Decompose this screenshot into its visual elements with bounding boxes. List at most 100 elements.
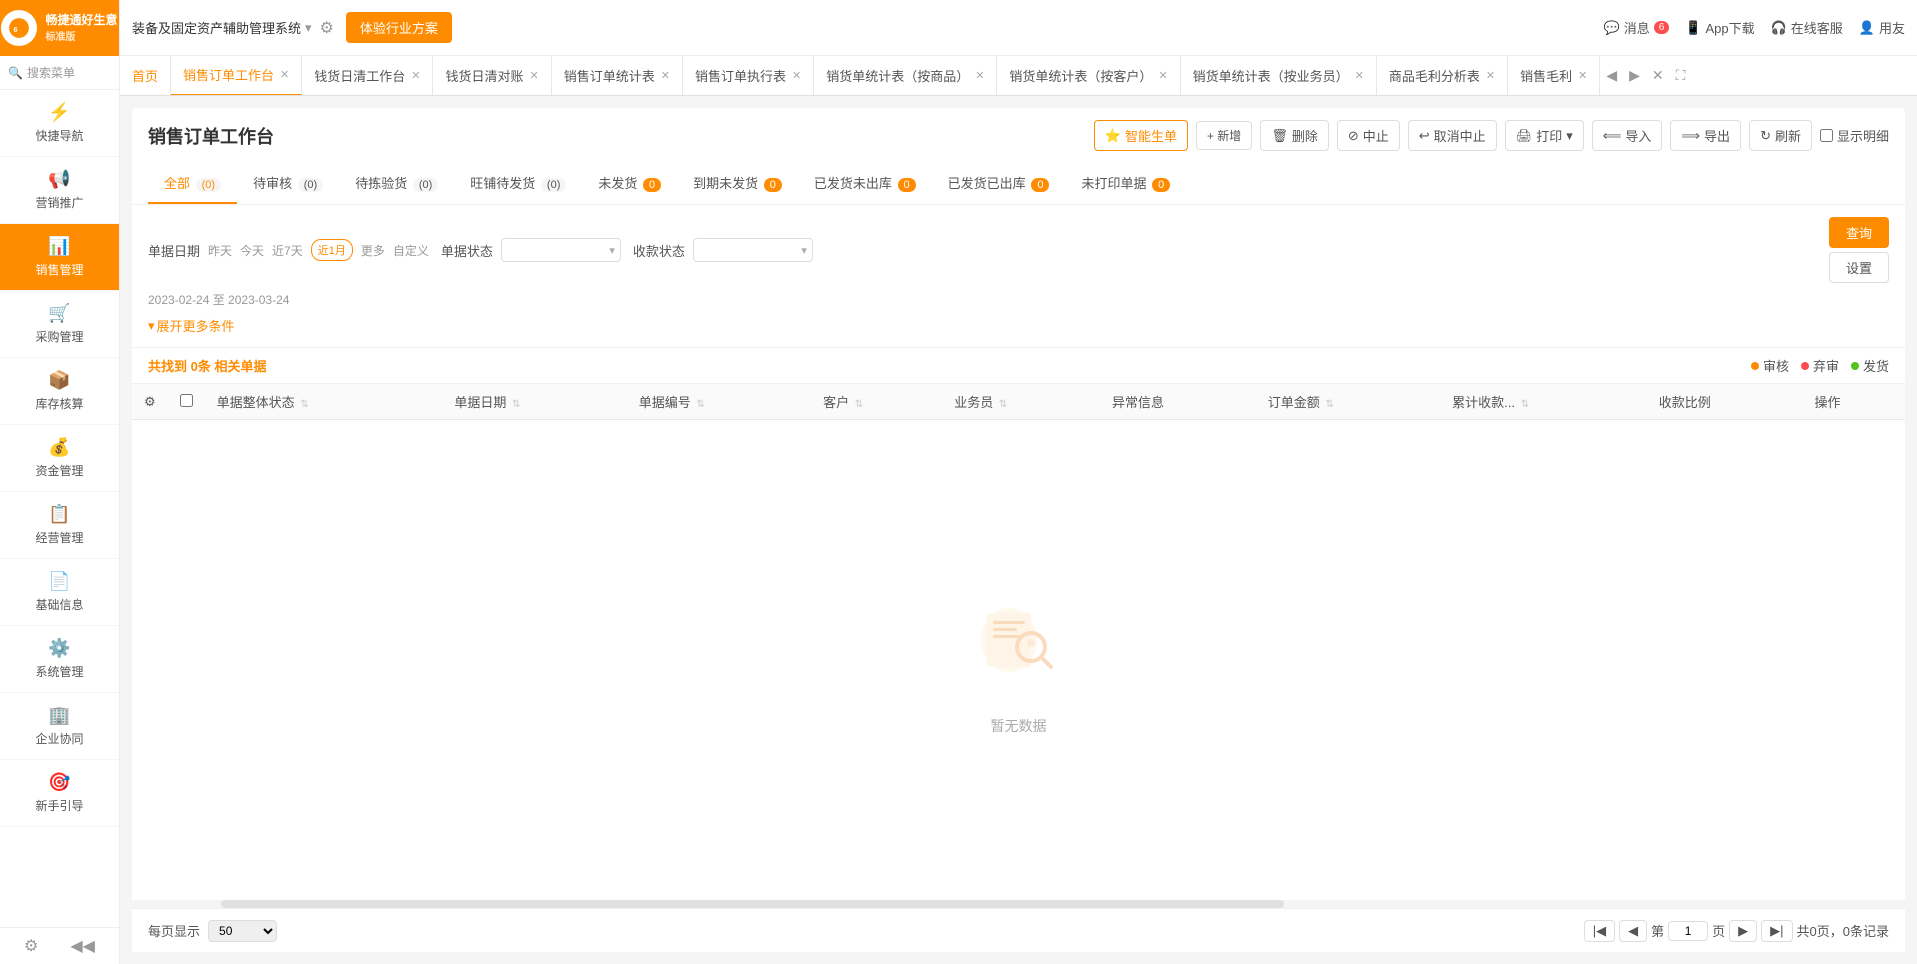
show-detail-checkbox[interactable]: 显示明细: [1820, 126, 1889, 145]
col-number[interactable]: 单据编号 ⇅: [627, 384, 811, 420]
query-button[interactable]: 查询: [1829, 217, 1889, 248]
tab-sales-stat[interactable]: 销售订单统计表 ✕: [552, 56, 683, 96]
col-date[interactable]: 单据日期 ⇅: [442, 384, 626, 420]
date-quick-1month[interactable]: 近1月: [311, 239, 353, 261]
tab-sales-profit-close[interactable]: ✕: [1578, 69, 1587, 82]
filter-tab-shipped-out[interactable]: 已发货已出库 0: [932, 163, 1066, 204]
settings-icon[interactable]: ⚙: [24, 936, 38, 956]
tab-sales-stat-customer[interactable]: 销货单统计表（按客户） ✕: [997, 56, 1180, 96]
delete-button[interactable]: 🗑 删除: [1260, 120, 1329, 151]
tab-cash-daily[interactable]: 钱货日清工作台 ✕: [302, 56, 433, 96]
date-quick-today[interactable]: 今天: [240, 242, 264, 259]
page-prev-button[interactable]: ◀: [1619, 920, 1647, 942]
import-button[interactable]: ⟸ 导入: [1592, 120, 1663, 151]
tab-sales-workbench[interactable]: 销售订单工作台 ✕: [171, 56, 302, 96]
date-quick-more[interactable]: 更多: [361, 242, 385, 259]
set-button[interactable]: 设置: [1829, 252, 1889, 283]
sidebar-item-quick-nav[interactable]: ⚡ 快捷导航: [0, 90, 119, 157]
status-select[interactable]: [501, 238, 621, 262]
message-action[interactable]: 💬 消息 6: [1604, 18, 1670, 37]
expand-conditions-button[interactable]: ▾ 展开更多条件: [148, 316, 1889, 335]
filter-tab-all[interactable]: 全部 (0): [148, 163, 237, 204]
export-button[interactable]: ⟹ 导出: [1670, 120, 1741, 151]
stop-button[interactable]: ⊘ 中止: [1337, 120, 1400, 151]
user-profile[interactable]: 👤 用友: [1859, 18, 1905, 37]
tab-sales-stat-staff-close[interactable]: ✕: [1355, 69, 1364, 82]
sidebar-item-enterprise[interactable]: 🏢 企业协同: [0, 693, 119, 760]
col-amount[interactable]: 订单金额 ⇅: [1256, 384, 1440, 420]
app-download-action[interactable]: 📱 App下载: [1685, 18, 1754, 37]
payment-select[interactable]: [693, 238, 813, 262]
col-settings[interactable]: ⚙: [132, 384, 168, 420]
tab-cash-reconcile[interactable]: 钱货日清对账 ✕: [433, 56, 551, 96]
page-last-button[interactable]: ▶|: [1761, 920, 1792, 942]
tab-sales-exec-close[interactable]: ✕: [792, 69, 801, 82]
tab-cash-reconcile-close[interactable]: ✕: [530, 69, 539, 82]
online-service-action[interactable]: 🎧 在线客服: [1771, 18, 1843, 37]
tab-home[interactable]: 首页: [120, 56, 171, 96]
system-dropdown-icon[interactable]: ▾: [305, 20, 312, 36]
page-size-select[interactable]: 10 20 50 100: [208, 920, 277, 942]
add-button[interactable]: + 新增: [1196, 121, 1252, 150]
tab-sales-stat-product-close[interactable]: ✕: [975, 69, 984, 82]
tab-scroll-right[interactable]: ▶: [1623, 56, 1646, 96]
tab-scroll-left[interactable]: ◀: [1600, 56, 1623, 96]
tab-sales-exec[interactable]: 销售订单执行表 ✕: [683, 56, 814, 96]
date-quick-yesterday[interactable]: 昨天: [208, 242, 232, 259]
show-detail-check[interactable]: [1820, 129, 1833, 142]
print-button[interactable]: 🖨 打印 ▾: [1505, 120, 1584, 151]
export-label: 导出: [1704, 126, 1730, 145]
col-status[interactable]: 单据整体状态 ⇅: [205, 384, 443, 420]
page-number-input[interactable]: [1668, 921, 1708, 941]
sidebar-search[interactable]: 🔍 搜索菜单: [0, 56, 119, 90]
page-next-button[interactable]: ▶: [1729, 920, 1757, 942]
tab-sales-profit[interactable]: 销售毛利 ✕: [1508, 56, 1600, 96]
filter-tab-not-printed[interactable]: 未打印单据 0: [1065, 163, 1186, 204]
tab-sales-stat-product[interactable]: 销货单统计表（按商品） ✕: [814, 56, 997, 96]
select-all-checkbox[interactable]: [180, 394, 193, 407]
filter-tab-wangpu[interactable]: 旺铺待发货 (0): [454, 163, 582, 204]
bottom-scrollbar[interactable]: [132, 900, 1905, 908]
col-salesman[interactable]: 业务员 ⇅: [942, 384, 1100, 420]
review-button[interactable]: 审核: [1751, 356, 1789, 375]
filter-tab-pending-check[interactable]: 待拣验货 (0): [339, 163, 454, 204]
sidebar-item-guide[interactable]: 🎯 新手引导: [0, 760, 119, 827]
sidebar-item-system[interactable]: ⚙️ 系统管理: [0, 626, 119, 693]
tab-sales-workbench-close[interactable]: ✕: [280, 68, 289, 81]
table-scroll[interactable]: ⚙ 单据整体状态 ⇅ 单据日期 ⇅ 单据编号 ⇅ 客户 ⇅ 业务员 ⇅ 异常信息…: [132, 384, 1905, 420]
sidebar-item-finance[interactable]: 💰 资金管理: [0, 425, 119, 492]
tab-sales-stat-close[interactable]: ✕: [661, 69, 670, 82]
sidebar-item-inventory[interactable]: 📦 库存核算: [0, 358, 119, 425]
tab-close-all[interactable]: ✕: [1646, 56, 1670, 96]
col-customer[interactable]: 客户 ⇅: [811, 384, 942, 420]
date-quick-7days[interactable]: 近7天: [272, 242, 303, 259]
col-checkbox[interactable]: [168, 384, 205, 420]
tab-product-margin[interactable]: 商品毛利分析表 ✕: [1377, 56, 1508, 96]
sidebar-item-basic-info[interactable]: 📄 基础信息: [0, 559, 119, 626]
tab-cash-daily-close[interactable]: ✕: [411, 69, 420, 82]
app-download-label: App下载: [1705, 18, 1754, 37]
sidebar-item-purchase[interactable]: 🛒 采购管理: [0, 291, 119, 358]
filter-tab-not-shipped[interactable]: 未发货 0: [582, 163, 677, 204]
settings-gear-icon[interactable]: ⚙: [320, 18, 334, 38]
industry-solution-button[interactable]: 体验行业方案: [346, 12, 452, 43]
sidebar-item-marketing[interactable]: 📢 营销推广: [0, 157, 119, 224]
sidebar-item-sales[interactable]: 📊 销售管理: [0, 224, 119, 291]
tab-sales-stat-customer-close[interactable]: ✕: [1158, 69, 1167, 82]
refresh-button[interactable]: ↻ 刷新: [1749, 120, 1812, 151]
ship-button[interactable]: 发货: [1851, 356, 1889, 375]
sidebar-item-operation[interactable]: 📋 经营管理: [0, 492, 119, 559]
unview-button[interactable]: 弃审: [1801, 356, 1839, 375]
collapse-icon[interactable]: ◀◀: [70, 936, 95, 956]
smart-order-button[interactable]: ⭐ 智能生单: [1094, 120, 1188, 151]
tab-product-margin-close[interactable]: ✕: [1486, 69, 1495, 82]
tab-sales-stat-staff[interactable]: 销货单统计表（按业务员） ✕: [1181, 56, 1377, 96]
filter-tab-shipped-not-out[interactable]: 已发货未出库 0: [798, 163, 932, 204]
filter-tab-pending-review[interactable]: 待审核 (0): [237, 163, 339, 204]
col-collected[interactable]: 累计收款... ⇅: [1440, 384, 1647, 420]
page-first-button[interactable]: |◀: [1584, 920, 1615, 942]
date-quick-custom[interactable]: 自定义: [393, 242, 429, 259]
filter-tab-overdue-ship[interactable]: 到期未发货 0: [677, 163, 798, 204]
tab-fullscreen[interactable]: ⛶: [1670, 56, 1692, 96]
cancel-stop-button[interactable]: ↩ 取消中止: [1408, 120, 1497, 151]
